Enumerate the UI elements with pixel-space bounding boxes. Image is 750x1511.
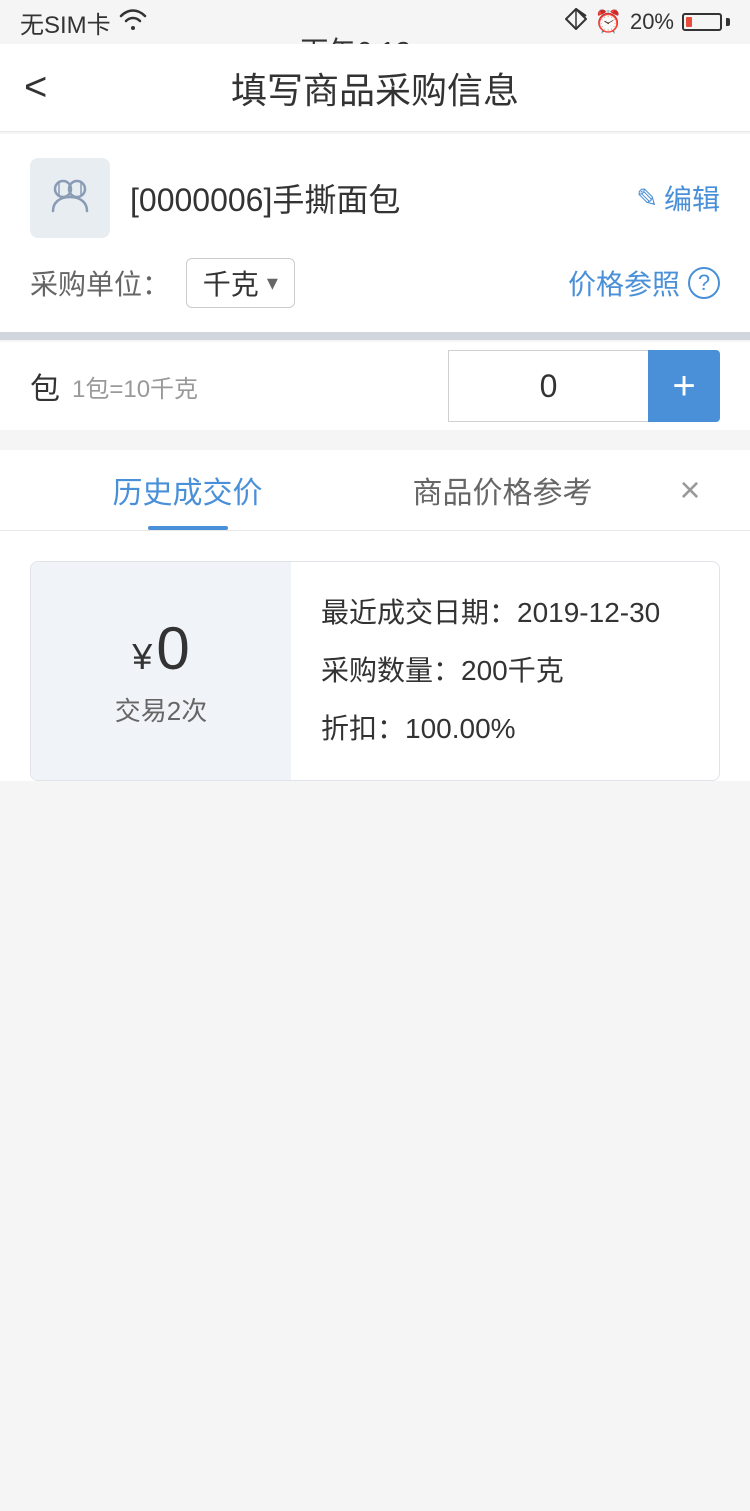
quantity-unit: 包 [30, 364, 60, 408]
price-ref-label: 价格参照 [568, 263, 680, 303]
unit-field: 采购单位： 千克 ▾ [30, 258, 295, 308]
price-currency: ¥ [132, 636, 152, 677]
location-icon [565, 8, 587, 36]
unit-value: 千克 [203, 263, 259, 303]
tab-history-label: 历史成交价 [113, 468, 263, 512]
carrier-text: 无SIM卡 [20, 5, 111, 40]
status-left: 无SIM卡 [20, 5, 147, 40]
quantity-equiv: 1包=10千克 [72, 369, 198, 404]
price-card-left: ¥0 交易2次 [31, 562, 291, 780]
quantity-section: 包 1包=10千克 0 + [0, 342, 750, 430]
price-trades: 交易2次 [115, 691, 207, 728]
quantity-row: 采购数量：200千克 [321, 650, 689, 692]
product-unit-row: 采购单位： 千克 ▾ 价格参照 ? [30, 258, 720, 308]
battery-percent: 20% [630, 9, 674, 35]
edit-label: 编辑 [664, 178, 720, 218]
unit-select[interactable]: 千克 ▾ [186, 258, 295, 308]
price-card: ¥0 交易2次 最近成交日期：2019-12-30 采购数量：200千克 折扣：… [30, 561, 720, 781]
recent-date-value: 2019-12-30 [517, 597, 660, 628]
page-content [0, 811, 750, 1511]
quantity-input[interactable]: 0 [448, 350, 648, 422]
page-title: 填写商品采购信息 [231, 62, 519, 114]
alarm-icon: ⏰ [595, 9, 622, 35]
edit-button[interactable]: ✎ 编辑 [636, 178, 720, 218]
price-card-right: 最近成交日期：2019-12-30 采购数量：200千克 折扣：100.00% [291, 562, 719, 780]
product-full-name: [0000006]手撕面包 [130, 175, 400, 221]
quantity-plus-button[interactable]: + [648, 350, 720, 422]
price-ref-button[interactable]: 价格参照 ? [568, 263, 720, 303]
recent-date-label: 最近成交日期： [321, 597, 517, 628]
tab-price-ref[interactable]: 商品价格参考 [345, 450, 660, 530]
tab-price-ref-label: 商品价格参考 [413, 468, 593, 512]
unit-dropdown-arrow: ▾ [267, 270, 278, 296]
recent-date-row: 最近成交日期：2019-12-30 [321, 592, 689, 634]
quantity-control: 0 + [448, 350, 720, 422]
product-logo [30, 158, 110, 238]
price-amount: ¥0 [132, 614, 189, 683]
section-divider [0, 332, 750, 340]
tabs-header: 历史成交价 商品价格参考 × [0, 450, 750, 531]
back-button[interactable]: < [24, 65, 47, 110]
discount-value: 100.00% [405, 713, 516, 744]
tabs-section: 历史成交价 商品价格参考 × ¥0 交易2次 最近成交日期：2019-12-30… [0, 450, 750, 781]
quantity-label: 包 1包=10千克 [30, 364, 198, 408]
wifi-icon [119, 8, 147, 37]
edit-icon: ✎ [636, 183, 658, 214]
discount-label: 折扣： [321, 713, 405, 744]
price-value: 0 [156, 615, 189, 682]
discount-row: 折扣：100.00% [321, 708, 689, 750]
status-right: ⏰ 20% [565, 8, 730, 36]
status-bar: 无SIM卡 下午6:12 ⏰ 20% [0, 0, 750, 44]
product-left: [0000006]手撕面包 [30, 158, 400, 238]
battery-icon [682, 13, 730, 31]
quantity-detail-label: 采购数量： [321, 655, 461, 686]
unit-label: 采购单位： [30, 269, 170, 300]
product-header: [0000006]手撕面包 ✎ 编辑 [30, 158, 720, 238]
price-ref-help-icon: ? [688, 267, 720, 299]
product-section: [0000006]手撕面包 ✎ 编辑 采购单位： 千克 ▾ 价格参照 ? [0, 134, 750, 332]
quantity-detail-value: 200千克 [461, 655, 564, 686]
nav-bar: < 填写商品采购信息 [0, 44, 750, 132]
tab-history-price[interactable]: 历史成交价 [30, 450, 345, 530]
tab-close-button[interactable]: × [660, 450, 720, 530]
